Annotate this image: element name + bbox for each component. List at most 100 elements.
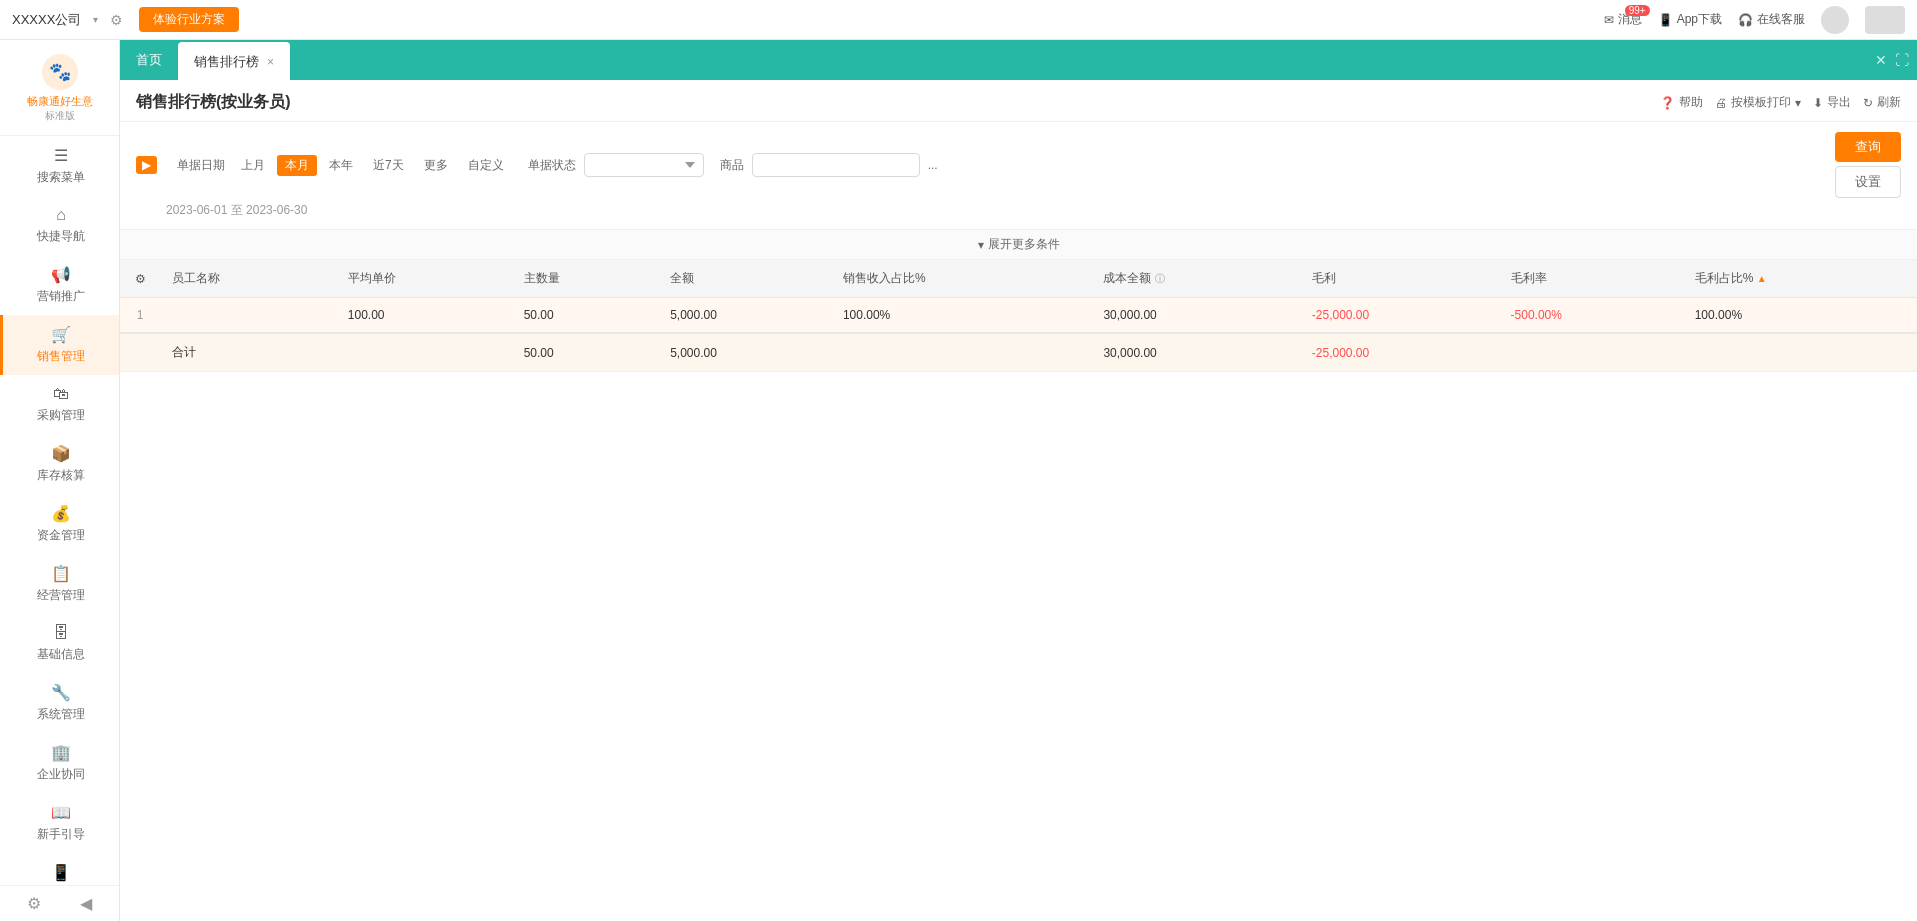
- status-label: 单据状态: [528, 157, 576, 174]
- th-gross-pct: 毛利占比% ▲: [1683, 260, 1917, 298]
- more-conditions-btn[interactable]: ...: [928, 158, 938, 172]
- date-tab-last-month[interactable]: 上月: [233, 155, 273, 176]
- th-gross-rate: 毛利率: [1499, 260, 1683, 298]
- company-name: XXXXX公司: [12, 11, 81, 29]
- date-tab-this-year[interactable]: 本年: [321, 155, 361, 176]
- basic-info-icon: 🗄: [53, 624, 69, 642]
- tab-bar: 首页 销售排行榜 × ✕ ⛶: [120, 40, 1917, 80]
- sidebar-item-app-center[interactable]: 📱 应用中心: [0, 853, 119, 885]
- tab-sales-rank[interactable]: 销售排行榜 ×: [178, 42, 290, 82]
- date-tabs: 上月 本月 本年 近7天 更多 自定义: [233, 155, 512, 176]
- sidebar-item-inventory[interactable]: 📦 库存核算: [0, 434, 119, 494]
- sidebar-item-marketing[interactable]: 📢 营销推广: [0, 255, 119, 315]
- sidebar-item-sales[interactable]: 🛒 销售管理: [0, 315, 119, 375]
- logo-sub: 标准版: [45, 109, 75, 123]
- cell-cost: 30,000.00: [1091, 298, 1299, 334]
- dropdown-icon[interactable]: ▾: [93, 14, 98, 25]
- sidebar-item-basic-info[interactable]: 🗄 基础信息: [0, 614, 119, 673]
- set-button[interactable]: 设置: [1835, 166, 1901, 198]
- page-title: 销售排行榜(按业务员): [136, 92, 291, 113]
- expand-conditions-btn[interactable]: ▾ 展开更多条件: [978, 236, 1060, 253]
- marketing-icon: 📢: [51, 265, 71, 284]
- logo-svg: 🐾: [40, 52, 80, 92]
- bottom-settings-icon[interactable]: ⚙: [27, 894, 41, 913]
- sidebar-item-label: 资金管理: [37, 527, 85, 544]
- avatar[interactable]: [1821, 6, 1849, 34]
- guide-icon: 📖: [51, 803, 71, 822]
- app-icon: 📱: [1658, 13, 1673, 27]
- help-icon: ❓: [1660, 96, 1675, 110]
- purchase-icon: 🛍: [53, 385, 69, 403]
- sidebar-item-label: 基础信息: [37, 646, 85, 663]
- refresh-button[interactable]: ↻ 刷新: [1863, 94, 1901, 111]
- sidebar-item-quick-nav[interactable]: ⌂ 快捷导航: [0, 196, 119, 255]
- date-tab-7days[interactable]: 近7天: [365, 155, 412, 176]
- enterprise-icon: 🏢: [51, 743, 71, 762]
- sidebar-logo: 🐾 畅康通好生意 标准版: [0, 40, 119, 136]
- home-tab-label: 首页: [136, 51, 162, 69]
- footer-gross-pct: [1683, 333, 1917, 372]
- expand-chevron-icon: ▾: [978, 238, 984, 252]
- sidebar-item-label: 系统管理: [37, 706, 85, 723]
- inventory-icon: 📦: [51, 444, 71, 463]
- refresh-label: 刷新: [1877, 94, 1901, 111]
- export-icon: ⬇: [1813, 96, 1823, 110]
- query-set-wrap: 查询 设置: [1835, 132, 1901, 198]
- sidebar-item-label: 营销推广: [37, 288, 85, 305]
- sidebar-item-label: 销售管理: [37, 348, 85, 365]
- tab-home[interactable]: 首页: [120, 40, 178, 80]
- footer-avg-price: [336, 333, 512, 372]
- sidebar-nav: ☰ 搜索菜单 ⌂ 快捷导航 📢 营销推广 🛒 销售管理 🛍 采购管理 📦 库: [0, 136, 119, 885]
- status-select-wrap: [584, 153, 704, 177]
- sidebar-item-operations[interactable]: 📋 经营管理: [0, 554, 119, 614]
- collapse-icon[interactable]: ◀: [80, 894, 92, 913]
- page-header: 销售排行榜(按业务员) ❓ 帮助 🖨 按模板打印 ▾ ⬇ 导出: [120, 80, 1917, 122]
- query-button[interactable]: 查询: [1835, 132, 1901, 162]
- sidebar-item-guide[interactable]: 📖 新手引导: [0, 793, 119, 853]
- tab-close-icon[interactable]: ×: [267, 55, 274, 69]
- help-button[interactable]: ❓ 帮助: [1660, 94, 1703, 111]
- message-badge: 99+: [1625, 5, 1650, 16]
- footer-qty: 50.00: [512, 333, 659, 372]
- online-service-label: 在线客服: [1757, 11, 1805, 28]
- cell-gross-pct: 100.00%: [1683, 298, 1917, 334]
- message-item[interactable]: ✉ 消息 99+: [1604, 11, 1642, 28]
- gross-pct-sort-icon[interactable]: ▲: [1757, 273, 1767, 284]
- date-tab-custom[interactable]: 自定义: [460, 155, 512, 176]
- tab-expand-window[interactable]: ⛶: [1895, 52, 1909, 68]
- tab-close-window[interactable]: ✕: [1875, 52, 1887, 68]
- app-download-item[interactable]: 📱 App下载: [1658, 11, 1722, 28]
- sidebar-item-purchase[interactable]: 🛍 采购管理: [0, 375, 119, 434]
- sidebar-item-enterprise[interactable]: 🏢 企业协同: [0, 733, 119, 793]
- th-gross: 毛利: [1300, 260, 1499, 298]
- expand-icon-btn[interactable]: ▶: [136, 156, 157, 174]
- user-name[interactable]: [1865, 6, 1905, 34]
- logo-name: 畅康通好生意: [27, 94, 93, 109]
- system-icon: 🔧: [51, 683, 71, 702]
- th-sales-pct: 销售收入占比%: [831, 260, 1092, 298]
- print-button[interactable]: 🖨 按模板打印 ▾: [1715, 94, 1801, 111]
- refresh-icon: ↻: [1863, 96, 1873, 110]
- footer-amount: 5,000.00: [658, 333, 831, 372]
- sidebar-item-label: 企业协同: [37, 766, 85, 783]
- date-tab-more[interactable]: 更多: [416, 155, 456, 176]
- sidebar-item-search-order[interactable]: ☰ 搜索菜单: [0, 136, 119, 196]
- column-settings-icon[interactable]: ⚙: [135, 272, 146, 286]
- expand-arrow[interactable]: ▶: [136, 156, 157, 174]
- settings-icon[interactable]: ⚙: [110, 12, 123, 28]
- sidebar-item-system[interactable]: 🔧 系统管理: [0, 673, 119, 733]
- status-filter: 单据状态: [528, 153, 704, 177]
- tab-label: 销售排行榜: [194, 53, 259, 71]
- online-service-item[interactable]: 🎧 在线客服: [1738, 11, 1805, 28]
- tab-right-actions: ✕ ⛶: [1875, 52, 1917, 68]
- goods-input[interactable]: [752, 153, 920, 177]
- date-tab-this-month[interactable]: 本月: [277, 155, 317, 176]
- cell-gross-rate: -500.00%: [1499, 298, 1683, 334]
- export-button[interactable]: ⬇ 导出: [1813, 94, 1851, 111]
- trial-button[interactable]: 体验行业方案: [139, 7, 239, 32]
- status-select[interactable]: [584, 153, 704, 177]
- sidebar-item-finance[interactable]: 💰 资金管理: [0, 494, 119, 554]
- cell-gross: -25,000.00: [1300, 298, 1499, 334]
- date-filter: 单据日期 上月 本月 本年 近7天 更多 自定义: [177, 155, 512, 176]
- print-dropdown-icon[interactable]: ▾: [1795, 96, 1801, 110]
